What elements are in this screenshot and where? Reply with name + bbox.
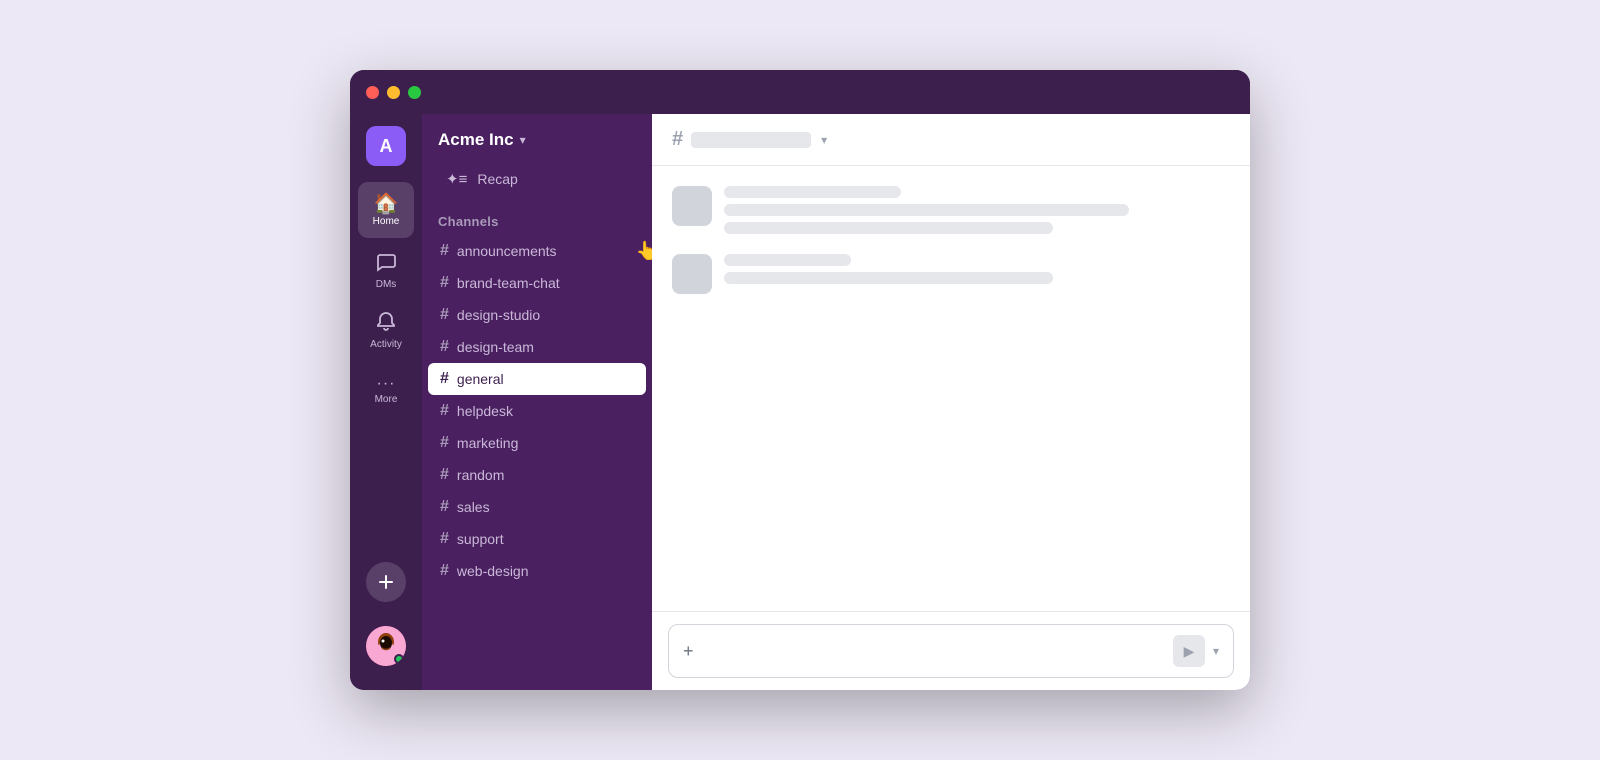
channel-item-marketing[interactable]: # marketing: [428, 427, 646, 459]
workspace-name: Acme Inc: [438, 130, 514, 150]
workspace-dropdown-icon: ▾: [520, 133, 526, 147]
message-input-bar: + ▶ ▾: [652, 611, 1250, 690]
hash-icon: #: [440, 370, 449, 388]
hash-icon: #: [440, 530, 449, 548]
nav-item-dms[interactable]: DMs: [358, 242, 414, 298]
nav-label-more: More: [375, 394, 398, 405]
message-line: [724, 204, 1129, 216]
main-layout: A 🏠 Home DMs: [350, 114, 1250, 690]
hash-icon: #: [440, 338, 449, 356]
traffic-lights: [366, 86, 421, 99]
workspace-avatar[interactable]: A: [366, 126, 406, 166]
nav-label-activity: Activity: [370, 339, 402, 350]
recap-item[interactable]: ✦≡ Recap: [430, 162, 644, 196]
workspace-header[interactable]: Acme Inc ▾: [422, 114, 652, 162]
content-header: # ▾: [652, 114, 1250, 166]
message-line: [724, 272, 1053, 284]
attach-button[interactable]: +: [683, 641, 694, 662]
close-button[interactable]: [366, 86, 379, 99]
channel-item-design-studio[interactable]: # design-studio: [428, 299, 646, 331]
hash-icon: #: [440, 306, 449, 324]
message-group: [672, 254, 1230, 294]
channel-item-design-team[interactable]: # design-team: [428, 331, 646, 363]
app-window: A 🏠 Home DMs: [350, 70, 1250, 690]
channel-item-announcements[interactable]: #announcements👆: [428, 235, 646, 267]
recap-label: Recap: [477, 171, 517, 187]
channel-name-label: design-studio: [457, 307, 540, 323]
home-icon: 🏠: [374, 194, 399, 214]
message-line: [724, 254, 851, 266]
channel-item-brand-team-chat[interactable]: # brand-team-chat: [428, 267, 646, 299]
nav-label-dms: DMs: [376, 279, 397, 290]
hash-icon: #: [440, 466, 449, 484]
hash-icon: #: [440, 274, 449, 292]
user-avatar[interactable]: [366, 626, 406, 666]
icon-rail: A 🏠 Home DMs: [350, 114, 422, 690]
channel-name-label: web-design: [457, 563, 529, 579]
maximize-button[interactable]: [408, 86, 421, 99]
minimize-button[interactable]: [387, 86, 400, 99]
add-workspace-button[interactable]: [366, 562, 406, 602]
channel-name-label: announcements: [457, 243, 557, 259]
channel-name-label: random: [457, 467, 504, 483]
channel-sidebar: Acme Inc ▾ ✦≡ Recap Channels # announceme…: [422, 114, 652, 690]
more-icon: ···: [377, 376, 396, 392]
hash-icon: #: [440, 434, 449, 452]
channel-name-label: support: [457, 531, 504, 547]
hash-icon: #: [440, 562, 449, 580]
message-lines: [724, 254, 1230, 284]
online-indicator: [394, 654, 404, 664]
message-lines: [724, 186, 1230, 234]
message-input-container[interactable]: + ▶ ▾: [668, 624, 1234, 678]
channel-item-random[interactable]: # random: [428, 459, 646, 491]
bell-icon: [375, 311, 397, 337]
avatar: [672, 186, 712, 226]
send-options-chevron[interactable]: ▾: [1213, 644, 1219, 658]
channel-name-label: marketing: [457, 435, 518, 451]
message-line: [724, 222, 1053, 234]
channel-name-label: brand-team-chat: [457, 275, 560, 291]
channel-name-label: design-team: [457, 339, 534, 355]
channel-name-label: general: [457, 371, 504, 387]
channel-item-sales[interactable]: # sales: [428, 491, 646, 523]
hash-icon: #: [440, 498, 449, 516]
message-group: [672, 186, 1230, 234]
cursor-pointer-icon: 👆: [636, 241, 652, 262]
channel-name-label: sales: [457, 499, 490, 515]
recap-icon: ✦≡: [446, 170, 467, 188]
channel-item-helpdesk[interactable]: # helpdesk: [428, 395, 646, 427]
avatar: [672, 254, 712, 294]
channel-hash-icon: #: [672, 128, 683, 151]
channel-name-placeholder: [691, 132, 811, 148]
nav-item-more[interactable]: ··· More: [358, 362, 414, 418]
channel-dropdown-icon: ▾: [821, 133, 827, 147]
title-bar: [350, 70, 1250, 114]
hash-icon: #: [440, 402, 449, 420]
channel-name-label: helpdesk: [457, 403, 513, 419]
send-icon: ▶: [1184, 643, 1195, 660]
send-button[interactable]: ▶: [1173, 635, 1205, 667]
channel-item-general[interactable]: # general: [428, 363, 646, 395]
main-content: # ▾: [652, 114, 1250, 690]
messages-area[interactable]: [652, 166, 1250, 611]
nav-label-home: Home: [373, 216, 400, 227]
hash-icon: #: [440, 242, 449, 260]
message-line: [724, 186, 901, 198]
channels-section-label: Channels: [422, 204, 652, 235]
nav-item-home[interactable]: 🏠 Home: [358, 182, 414, 238]
channels-list: # announcements 👆 # brand-team-chat # design-s…: [422, 235, 652, 587]
channel-item-web-design[interactable]: # web-design: [428, 555, 646, 587]
nav-item-activity[interactable]: Activity: [358, 302, 414, 358]
channel-item-support[interactable]: # support: [428, 523, 646, 555]
dms-icon: [375, 251, 397, 277]
